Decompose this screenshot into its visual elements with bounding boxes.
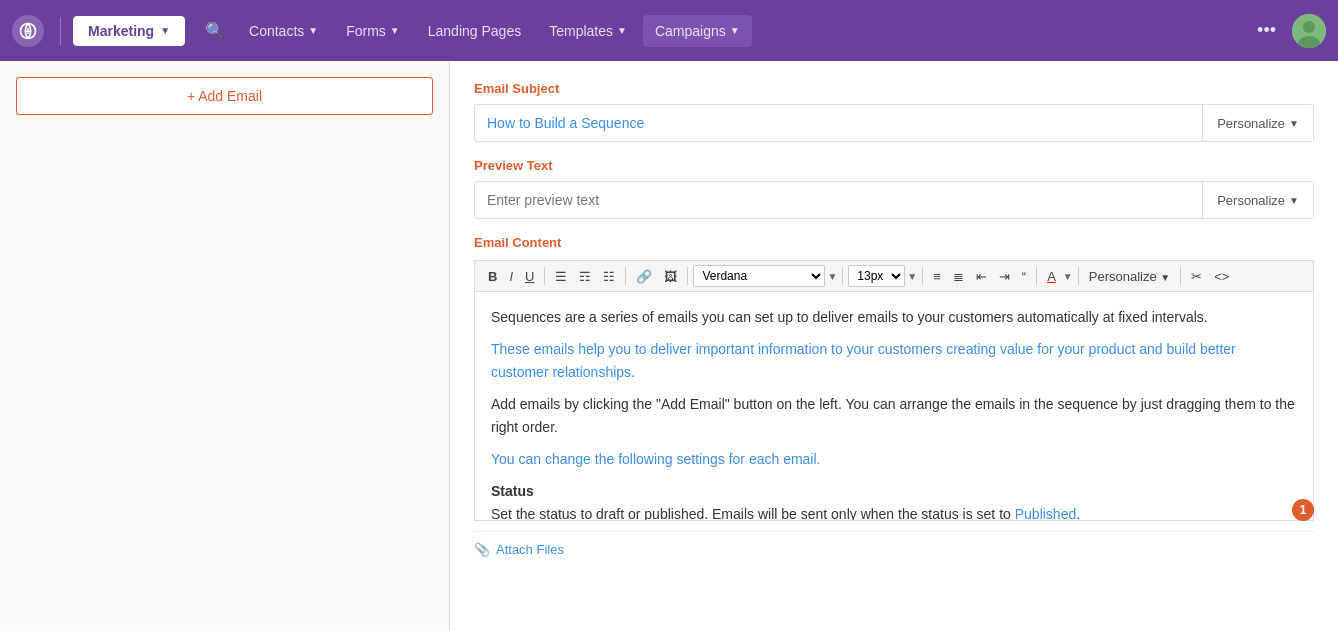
link-button[interactable]: 🔗 (631, 266, 657, 287)
attach-icon: 📎 (474, 542, 490, 557)
bold-button[interactable]: B (483, 266, 502, 287)
scissors-button[interactable]: ✂ (1186, 266, 1207, 287)
user-avatar[interactable] (1292, 14, 1326, 48)
font-color-button[interactable]: A (1042, 266, 1061, 287)
ordered-list-button[interactable]: ≣ (948, 266, 969, 287)
forms-nav-item[interactable]: Forms ▼ (334, 15, 412, 47)
left-sidebar: + Add Email (0, 61, 450, 631)
email-content-label: Email Content (474, 235, 1314, 250)
svg-point-2 (1303, 21, 1315, 33)
toolbar-sep-8 (1180, 267, 1181, 285)
email-subject-row: How to Build a Sequence Personalize ▼ (474, 104, 1314, 142)
contacts-nav-item[interactable]: Contacts ▼ (237, 15, 330, 47)
email-subject-value[interactable]: How to Build a Sequence (475, 105, 1202, 141)
subject-personalize-button[interactable]: Personalize ▼ (1202, 105, 1313, 141)
image-button[interactable]: 🖼 (659, 266, 682, 287)
add-email-button[interactable]: + Add Email (16, 77, 433, 115)
font-dropdown-caret: ▼ (827, 271, 837, 282)
font-color-caret: ▼ (1063, 271, 1073, 282)
email-subject-label: Email Subject (474, 81, 1314, 96)
align-right-button[interactable]: ☷ (598, 266, 620, 287)
italic-button[interactable]: I (504, 266, 518, 287)
font-select[interactable]: Verdana Arial Times New Roman (693, 265, 825, 287)
underline-button[interactable]: U (520, 266, 539, 287)
subject-personalize-label: Personalize (1217, 116, 1285, 131)
marketing-button[interactable]: Marketing ▼ (73, 16, 185, 46)
more-options-icon[interactable]: ••• (1249, 12, 1284, 49)
personalize-content-button[interactable]: Personalize ▼ (1084, 266, 1175, 287)
toolbar-sep-3 (687, 267, 688, 285)
forms-label: Forms (346, 23, 386, 39)
landing-pages-label: Landing Pages (428, 23, 521, 39)
unordered-list-button[interactable]: ≡ (928, 266, 946, 287)
editor-para-1: Sequences are a series of emails you can… (491, 306, 1297, 328)
marketing-caret: ▼ (160, 25, 170, 36)
toolbar-sep-1 (544, 267, 545, 285)
logo-icon[interactable] (12, 15, 44, 47)
nav-divider (60, 17, 61, 45)
editor-area[interactable]: Sequences are a series of emails you can… (474, 291, 1314, 521)
search-icon[interactable]: 🔍 (197, 13, 233, 48)
preview-personalize-caret: ▼ (1289, 195, 1299, 206)
top-navigation: Marketing ▼ 🔍 Contacts ▼ Forms ▼ Landing… (0, 0, 1338, 61)
templates-label: Templates (549, 23, 613, 39)
code-button[interactable]: <> (1209, 266, 1234, 287)
templates-nav-item[interactable]: Templates ▼ (537, 15, 639, 47)
forms-caret: ▼ (390, 25, 400, 36)
nav-right: ••• (1249, 12, 1326, 49)
notification-badge: 1 (1292, 499, 1314, 521)
campaigns-nav-item[interactable]: Campaigns ▼ (643, 15, 752, 47)
attach-files-label: Attach Files (496, 542, 564, 557)
toolbar-sep-4 (842, 267, 843, 285)
toolbar-sep-5 (922, 267, 923, 285)
toolbar-sep-7 (1078, 267, 1079, 285)
preview-personalize-label: Personalize (1217, 193, 1285, 208)
indent-right-button[interactable]: ⇥ (994, 266, 1015, 287)
align-center-button[interactable]: ☶ (574, 266, 596, 287)
landing-pages-nav-item[interactable]: Landing Pages (416, 15, 533, 47)
contacts-caret: ▼ (308, 25, 318, 36)
marketing-label: Marketing (88, 23, 154, 39)
contacts-label: Contacts (249, 23, 304, 39)
main-layout: + Add Email Email Subject How to Build a… (0, 61, 1338, 631)
preview-text-row: Personalize ▼ (474, 181, 1314, 219)
editor-container: Sequences are a series of emails you can… (474, 291, 1314, 521)
font-size-select[interactable]: 13px 11px 14px 16px (848, 265, 905, 287)
editor-toolbar: B I U ☰ ☶ ☷ 🔗 🖼 Verdana Arial Times New … (474, 260, 1314, 291)
preview-text-input[interactable] (475, 182, 1202, 218)
editor-para-4: You can change the following settings fo… (491, 448, 1297, 470)
toolbar-sep-2 (625, 267, 626, 285)
align-left-button[interactable]: ☰ (550, 266, 572, 287)
campaigns-label: Campaigns (655, 23, 726, 39)
blockquote-button[interactable]: “ (1017, 266, 1031, 287)
templates-caret: ▼ (617, 25, 627, 36)
preview-personalize-button[interactable]: Personalize ▼ (1202, 182, 1313, 218)
toolbar-sep-6 (1036, 267, 1037, 285)
size-dropdown-caret: ▼ (907, 271, 917, 282)
editor-para-3: Add emails by clicking the "Add Email" b… (491, 393, 1297, 438)
subject-personalize-caret: ▼ (1289, 118, 1299, 129)
editor-para-2: These emails help you to deliver importa… (491, 338, 1297, 383)
indent-left-button[interactable]: ⇤ (971, 266, 992, 287)
preview-text-label: Preview Text (474, 158, 1314, 173)
editor-para-5: StatusSet the status to draft or publish… (491, 480, 1297, 521)
campaigns-caret: ▼ (730, 25, 740, 36)
right-content: Email Subject How to Build a Sequence Pe… (450, 61, 1338, 631)
attach-files-section[interactable]: 📎 Attach Files (474, 531, 1314, 557)
